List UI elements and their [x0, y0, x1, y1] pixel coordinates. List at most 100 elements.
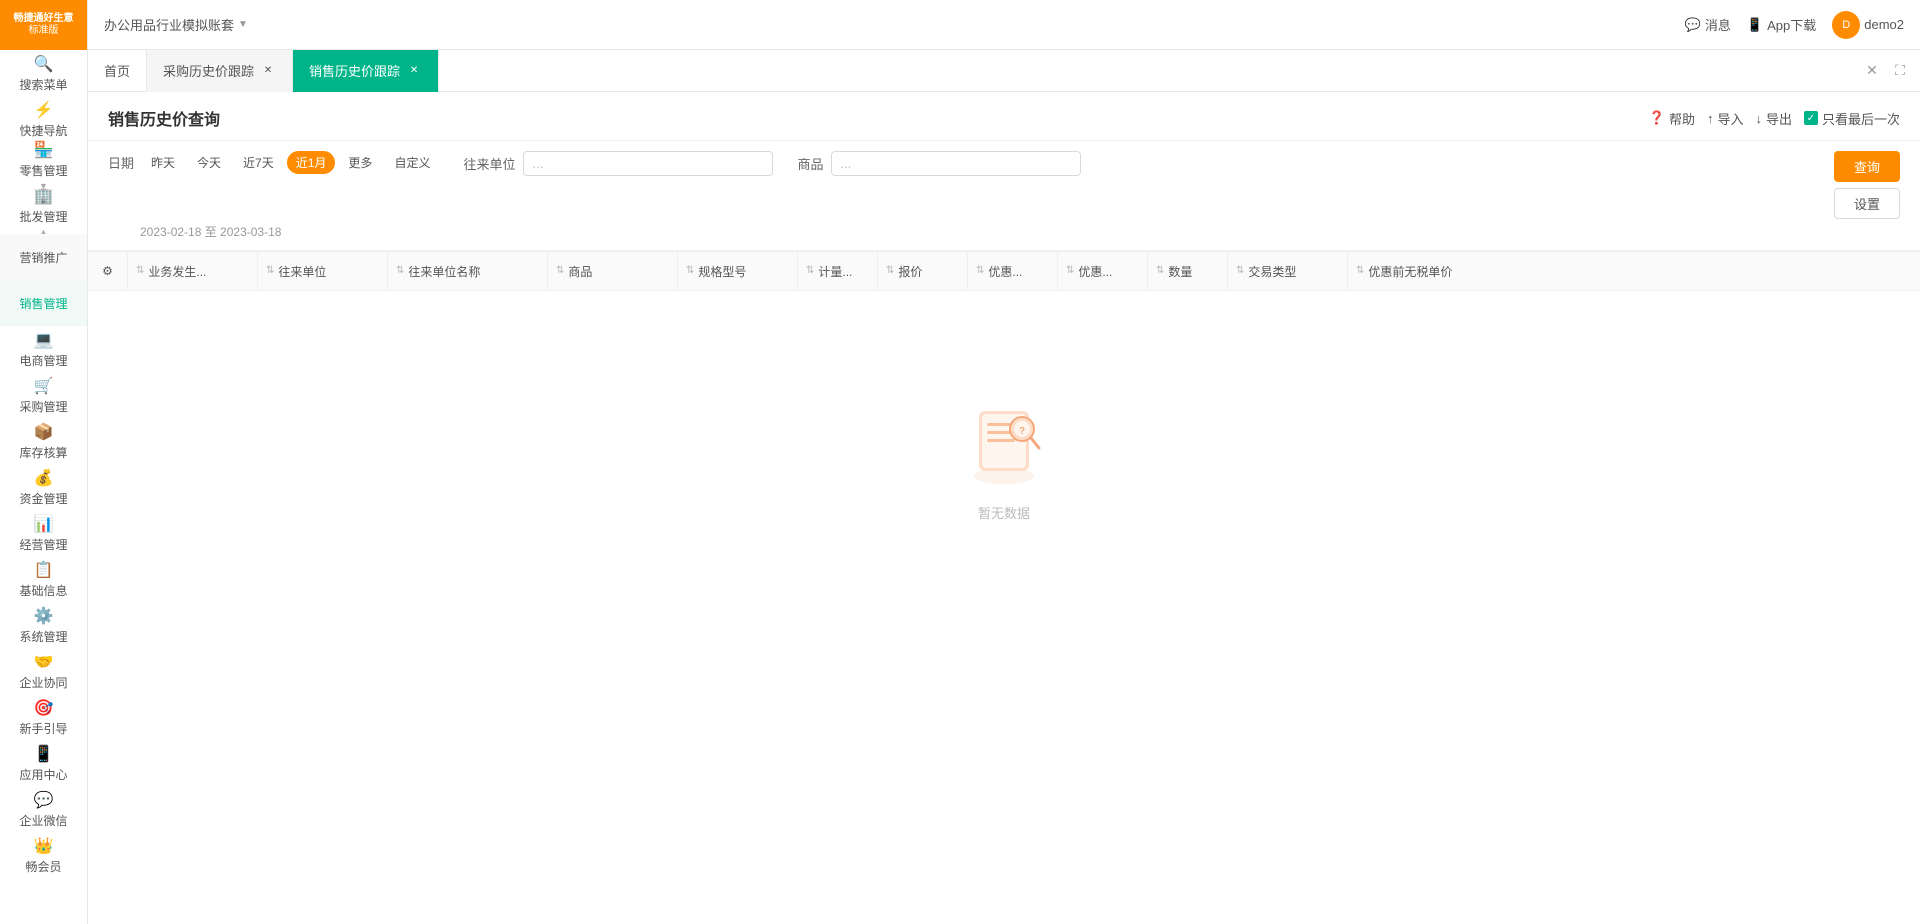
guide-icon: 🎯: [34, 698, 54, 718]
sidebar-item-operations[interactable]: 📊 经营管理: [0, 510, 87, 556]
sidebar-item-guide[interactable]: 🎯 新手引导: [0, 694, 87, 740]
th-unit[interactable]: ⇅ 计量...: [798, 252, 878, 290]
user-menu[interactable]: D demo2: [1832, 11, 1904, 39]
th-spec[interactable]: ⇅ 规格型号: [678, 252, 798, 290]
sidebar-item-marketing[interactable]: 营销推广: [0, 234, 87, 280]
th-discount1[interactable]: ⇅ 优惠...: [968, 252, 1058, 290]
th-unit-label: 计量...: [818, 263, 852, 280]
import-btn[interactable]: ↑ 导入: [1707, 109, 1744, 128]
sidebar-item-ecommerce[interactable]: 💻 电商管理: [0, 326, 87, 372]
avatar-initial: D: [1842, 19, 1850, 31]
avatar: D: [1832, 11, 1860, 39]
product-filter-group: 商品 ...: [797, 151, 1081, 176]
th-trade-type[interactable]: ⇅ 交易类型: [1228, 252, 1348, 290]
product-input-placeholder: ...: [840, 156, 851, 171]
sidebar-item-sales[interactable]: 销售管理: [0, 280, 87, 326]
th-product[interactable]: ⇅ 商品: [548, 252, 678, 290]
app-download-btn[interactable]: 📱 App下载: [1747, 15, 1816, 34]
tab-close-all[interactable]: ✕: [1860, 59, 1884, 83]
app-logo[interactable]: 畅捷通好生意 标准版: [0, 0, 87, 50]
partner-filter-group: 往来单位 ...: [463, 151, 773, 176]
sidebar-item-inventory[interactable]: 📦 库存核算: [0, 418, 87, 464]
logo-text: 畅捷通好生意 标准版: [14, 13, 74, 37]
export-icon: ↓: [1755, 111, 1762, 126]
product-label: 商品: [797, 154, 823, 173]
query-button[interactable]: 查询: [1834, 151, 1900, 182]
date-btn-1month[interactable]: 近1月: [287, 151, 336, 174]
sort-pretax-icon: ⇅: [1356, 267, 1364, 275]
topbar-right: 💬 消息 📱 App下载 D demo2: [1685, 11, 1904, 39]
sidebar: 畅捷通好生意 标准版 🔍 搜索菜单 ⚡ 快捷导航 🏪 零售管理 ▼ 🏢 批发管理…: [0, 0, 88, 924]
sidebar-shortcut-label: 快捷导航: [19, 122, 67, 139]
tab-sales-close[interactable]: ✕: [406, 63, 422, 79]
sidebar-item-retail[interactable]: 🏪 零售管理 ▼: [0, 142, 87, 188]
sidebar-item-cooperation[interactable]: 🤝 企业协同: [0, 648, 87, 694]
date-btn-custom[interactable]: 自定义: [385, 151, 439, 174]
system-icon: ⚙️: [34, 606, 54, 626]
sidebar-item-shortcut[interactable]: ⚡ 快捷导航: [0, 96, 87, 142]
svg-text:?: ?: [1019, 426, 1025, 437]
ecommerce-icon: 💻: [34, 330, 54, 350]
table-header: ⚙ ⇅ 业务发生... ⇅ 往来单位 ⇅ 往来单位名称: [88, 251, 1920, 291]
th-pretax-price[interactable]: ⇅ 优惠前无税单价: [1348, 252, 1920, 290]
sort-unit-icon: ⇅: [806, 267, 814, 275]
th-partner-code[interactable]: ⇅ 往来单位: [258, 252, 388, 290]
tab-maximize[interactable]: ⛶: [1888, 59, 1912, 83]
tab-purchase-label: 采购历史价跟踪: [163, 61, 254, 80]
th-quote-price[interactable]: ⇅ 报价: [878, 252, 968, 290]
checkbox-icon: ✓: [1804, 111, 1818, 125]
message-label: 消息: [1705, 15, 1731, 34]
product-input[interactable]: ...: [831, 151, 1081, 176]
empty-icon: ?: [954, 391, 1054, 491]
tabbar-actions: ✕ ⛶: [1860, 59, 1920, 83]
company-selector[interactable]: 办公用品行业模拟账套 ▼: [104, 15, 248, 34]
help-btn[interactable]: ❓ 帮助: [1649, 109, 1695, 128]
sidebar-item-apps[interactable]: 📱 应用中心: [0, 740, 87, 786]
tab-purchase-history[interactable]: 采购历史价跟踪 ✕: [147, 50, 293, 92]
sidebar-item-system[interactable]: ⚙️ 系统管理: [0, 602, 87, 648]
tab-home[interactable]: 首页: [88, 50, 147, 92]
th-spec-label: 规格型号: [698, 263, 746, 280]
sidebar-item-wholesale[interactable]: 🏢 批发管理 ▲: [0, 188, 87, 234]
sidebar-item-wechat[interactable]: 💬 企业微信: [0, 786, 87, 832]
date-btn-more[interactable]: 更多: [339, 151, 381, 174]
page-title: 销售历史价查询: [108, 106, 220, 130]
only-last-check[interactable]: ✓ 只看最后一次: [1804, 109, 1900, 128]
sort-trade-type-icon: ⇅: [1236, 267, 1244, 275]
th-business-date[interactable]: ⇅ 业务发生...: [128, 252, 258, 290]
th-quantity[interactable]: ⇅ 数量: [1148, 252, 1228, 290]
th-settings[interactable]: ⚙: [88, 252, 128, 290]
content-area: 销售历史价查询 ❓ 帮助 ↑ 导入 ↓ 导出 ✓: [88, 92, 1920, 924]
sidebar-item-finance[interactable]: 💰 资金管理: [0, 464, 87, 510]
empty-state: ? 暂无数据: [88, 291, 1920, 622]
app-icon: 📱: [1747, 17, 1763, 33]
th-discount2[interactable]: ⇅ 优惠...: [1058, 252, 1148, 290]
date-btn-yesterday[interactable]: 昨天: [142, 151, 184, 174]
partner-label: 往来单位: [463, 154, 515, 173]
basic-icon: 📋: [34, 560, 54, 580]
sort-business-date-icon: ⇅: [136, 267, 144, 275]
date-btn-7days[interactable]: 近7天: [234, 151, 283, 174]
search-icon: 🔍: [34, 54, 54, 74]
tab-sales-history[interactable]: 销售历史价跟踪 ✕: [293, 50, 439, 92]
page-header: 销售历史价查询 ❓ 帮助 ↑ 导入 ↓ 导出 ✓: [88, 92, 1920, 141]
date-buttons: 昨天 今天 近7天 近1月 更多 自定义: [142, 151, 439, 174]
table-container: ⚙ ⇅ 业务发生... ⇅ 往来单位 ⇅ 往来单位名称: [88, 251, 1920, 622]
sidebar-member-label: 畅会员: [25, 858, 61, 875]
date-btn-today[interactable]: 今天: [188, 151, 230, 174]
sidebar-item-purchase[interactable]: 🛒 采购管理: [0, 372, 87, 418]
date-label: 日期: [108, 153, 134, 172]
tab-sales-label: 销售历史价跟踪: [309, 61, 400, 80]
partner-input[interactable]: ...: [523, 151, 773, 176]
th-partner-name[interactable]: ⇅ 往来单位名称: [388, 252, 548, 290]
message-btn[interactable]: 💬 消息: [1685, 15, 1731, 34]
import-label: 导入: [1717, 109, 1743, 128]
setting-button[interactable]: 设置: [1834, 188, 1900, 219]
sidebar-inventory-label: 库存核算: [19, 444, 67, 461]
export-btn[interactable]: ↓ 导出: [1755, 109, 1792, 128]
sidebar-item-member[interactable]: 👑 畅会员: [0, 832, 87, 878]
tab-purchase-close[interactable]: ✕: [260, 63, 276, 79]
sidebar-item-search[interactable]: 🔍 搜索菜单: [0, 50, 87, 96]
sidebar-item-basic[interactable]: 📋 基础信息: [0, 556, 87, 602]
purchase-icon: 🛒: [34, 376, 54, 396]
